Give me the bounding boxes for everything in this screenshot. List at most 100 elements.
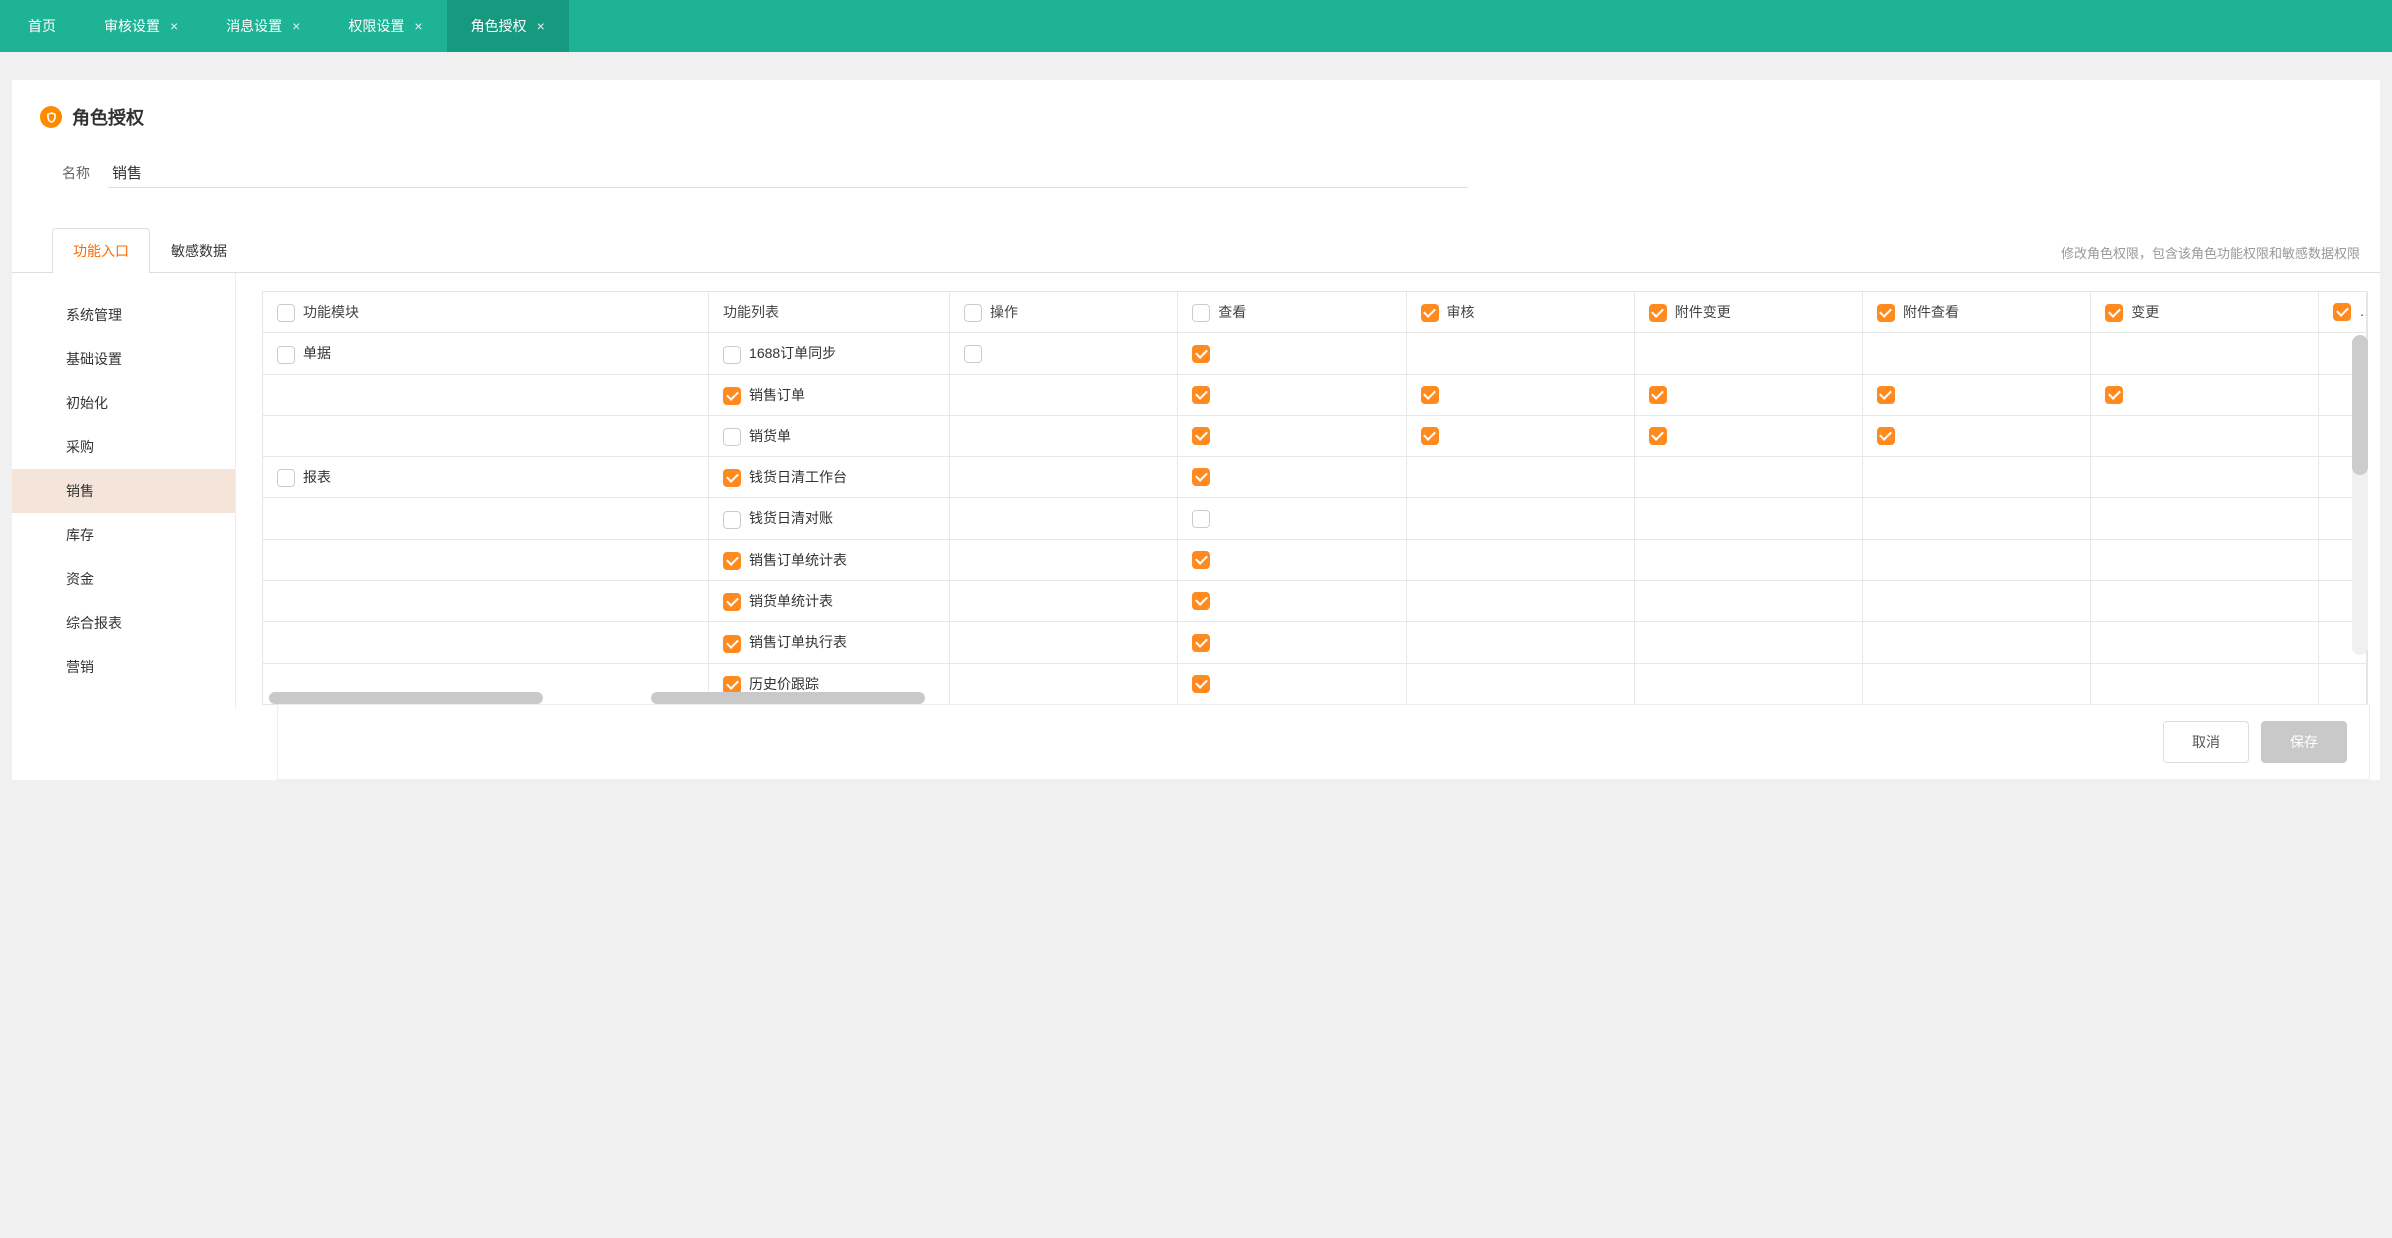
close-icon[interactable]: × xyxy=(414,18,422,34)
checkbox[interactable] xyxy=(1192,427,1210,445)
checkbox[interactable] xyxy=(1421,427,1439,445)
nav-tab-2[interactable]: 消息设置 × xyxy=(202,0,324,52)
nav-tab-4[interactable]: 角色授权× xyxy=(447,0,569,52)
checkbox[interactable] xyxy=(1192,551,1210,569)
header-label: 变更 xyxy=(2131,304,2159,320)
checkbox[interactable] xyxy=(1192,345,1210,363)
close-icon[interactable]: × xyxy=(170,18,178,34)
cancel-button[interactable]: 取消 xyxy=(2163,721,2249,763)
sidebar-item-2[interactable]: 初始化 xyxy=(12,381,235,425)
cell-perm-3 xyxy=(1862,622,2090,663)
cell-perm-4 xyxy=(2091,581,2319,622)
cell-perm-2 xyxy=(1634,581,1862,622)
cell-module xyxy=(263,539,709,580)
horizontal-scrollbar[interactable] xyxy=(651,692,925,704)
cell-perm-2 xyxy=(1634,498,1862,539)
content-tab-0[interactable]: 功能入口 xyxy=(52,228,150,273)
checkbox[interactable] xyxy=(1192,675,1210,693)
checkbox[interactable] xyxy=(1192,634,1210,652)
header-label: 功能列表 xyxy=(723,304,779,320)
checkbox[interactable] xyxy=(964,304,982,322)
checkbox[interactable] xyxy=(723,469,741,487)
cell-list: 销售订单统计表 xyxy=(709,539,950,580)
checkbox[interactable] xyxy=(277,469,295,487)
close-icon[interactable]: × xyxy=(537,18,545,34)
cell-perm-1 xyxy=(1406,374,1634,415)
nav-tab-3[interactable]: 权限设置 × xyxy=(324,0,446,52)
nav-tab-label: 审核设置 xyxy=(104,16,160,36)
cell-perm-0 xyxy=(1178,581,1406,622)
sidebar-item-6[interactable]: 资金 xyxy=(12,557,235,601)
content-tab-1[interactable]: 敏感数据 xyxy=(150,228,248,273)
checkbox[interactable] xyxy=(1649,304,1667,322)
sidebar-item-3[interactable]: 采购 xyxy=(12,425,235,469)
header-label: 功能模块 xyxy=(303,304,359,320)
nav-tab-0[interactable]: 首页 xyxy=(4,0,80,52)
checkbox[interactable] xyxy=(1649,427,1667,445)
checkbox[interactable] xyxy=(723,346,741,364)
footer-bar: 取消 保存 xyxy=(277,704,2370,780)
cell-perm-4 xyxy=(2091,498,2319,539)
cell-list: 销售订单 xyxy=(709,374,950,415)
cell-module xyxy=(263,581,709,622)
checkbox[interactable] xyxy=(723,593,741,611)
checkbox[interactable] xyxy=(1649,386,1667,404)
checkbox[interactable] xyxy=(1877,386,1895,404)
checkbox[interactable] xyxy=(723,552,741,570)
header-label: 附件变更 xyxy=(1675,304,1731,320)
checkbox[interactable] xyxy=(1877,304,1895,322)
sidebar-item-4[interactable]: 销售 xyxy=(12,469,235,513)
header-perm-2: 附件变更 xyxy=(1634,292,1862,333)
checkbox[interactable] xyxy=(2333,303,2351,321)
checkbox[interactable] xyxy=(2105,304,2123,322)
nav-tab-label: 消息设置 xyxy=(226,16,282,36)
sidebar-item-5[interactable]: 库存 xyxy=(12,513,235,557)
checkbox[interactable] xyxy=(2105,386,2123,404)
cell-perm-3 xyxy=(1862,333,2090,374)
checkbox[interactable] xyxy=(723,511,741,529)
cell-perm-0 xyxy=(1178,498,1406,539)
nav-tab-1[interactable]: 审核设置 × xyxy=(80,0,202,52)
checkbox[interactable] xyxy=(1192,304,1210,322)
cell-list: 销货单统计表 xyxy=(709,581,950,622)
checkbox[interactable] xyxy=(277,304,295,322)
checkbox[interactable] xyxy=(1192,592,1210,610)
main-split: 系统管理基础设置初始化采购销售库存资金综合报表营销 功能模块功能列表操作查看审核… xyxy=(12,273,2380,709)
checkbox[interactable] xyxy=(1421,304,1439,322)
sidebar-item-0[interactable]: 系统管理 xyxy=(12,293,235,337)
sidebar-item-7[interactable]: 综合报表 xyxy=(12,601,235,645)
close-icon[interactable]: × xyxy=(292,18,300,34)
checkbox[interactable] xyxy=(1192,468,1210,486)
checkbox[interactable] xyxy=(277,346,295,364)
checkbox[interactable] xyxy=(1421,386,1439,404)
cell-perm-4 xyxy=(2091,457,2319,498)
list-label: 历史价跟踪 xyxy=(749,676,819,692)
cell-cont xyxy=(2319,663,2367,704)
checkbox[interactable] xyxy=(1192,510,1210,528)
horizontal-scrollbar[interactable] xyxy=(269,692,543,704)
page-body: 角色授权 名称 功能入口敏感数据 修改角色权限，包含该角色功能权限和敏感数据权限… xyxy=(12,80,2380,780)
content-tabs: 功能入口敏感数据 xyxy=(52,228,248,272)
cell-list: 销售订单执行表 xyxy=(709,622,950,663)
sidebar-item-8[interactable]: 营销 xyxy=(12,645,235,689)
name-row: 名称 xyxy=(12,158,2380,228)
cell-action xyxy=(950,374,1178,415)
checkbox[interactable] xyxy=(723,428,741,446)
cell-perm-0 xyxy=(1178,415,1406,456)
header-label: 操作 xyxy=(990,304,1018,320)
save-button[interactable]: 保存 xyxy=(2261,721,2347,763)
checkbox[interactable] xyxy=(723,635,741,653)
checkbox[interactable] xyxy=(723,387,741,405)
vertical-scrollbar[interactable] xyxy=(2352,335,2368,655)
cell-perm-3 xyxy=(1862,498,2090,539)
checkbox[interactable] xyxy=(964,345,982,363)
name-input[interactable] xyxy=(108,158,1468,188)
cell-list: 1688订单同步 xyxy=(709,333,950,374)
list-label: 销货单统计表 xyxy=(749,593,833,609)
header-perm-1: 审核 xyxy=(1406,292,1634,333)
scrollbar-thumb[interactable] xyxy=(2352,335,2368,475)
checkbox[interactable] xyxy=(1877,427,1895,445)
checkbox[interactable] xyxy=(1192,386,1210,404)
nav-tab-label: 权限设置 xyxy=(348,16,404,36)
sidebar-item-1[interactable]: 基础设置 xyxy=(12,337,235,381)
